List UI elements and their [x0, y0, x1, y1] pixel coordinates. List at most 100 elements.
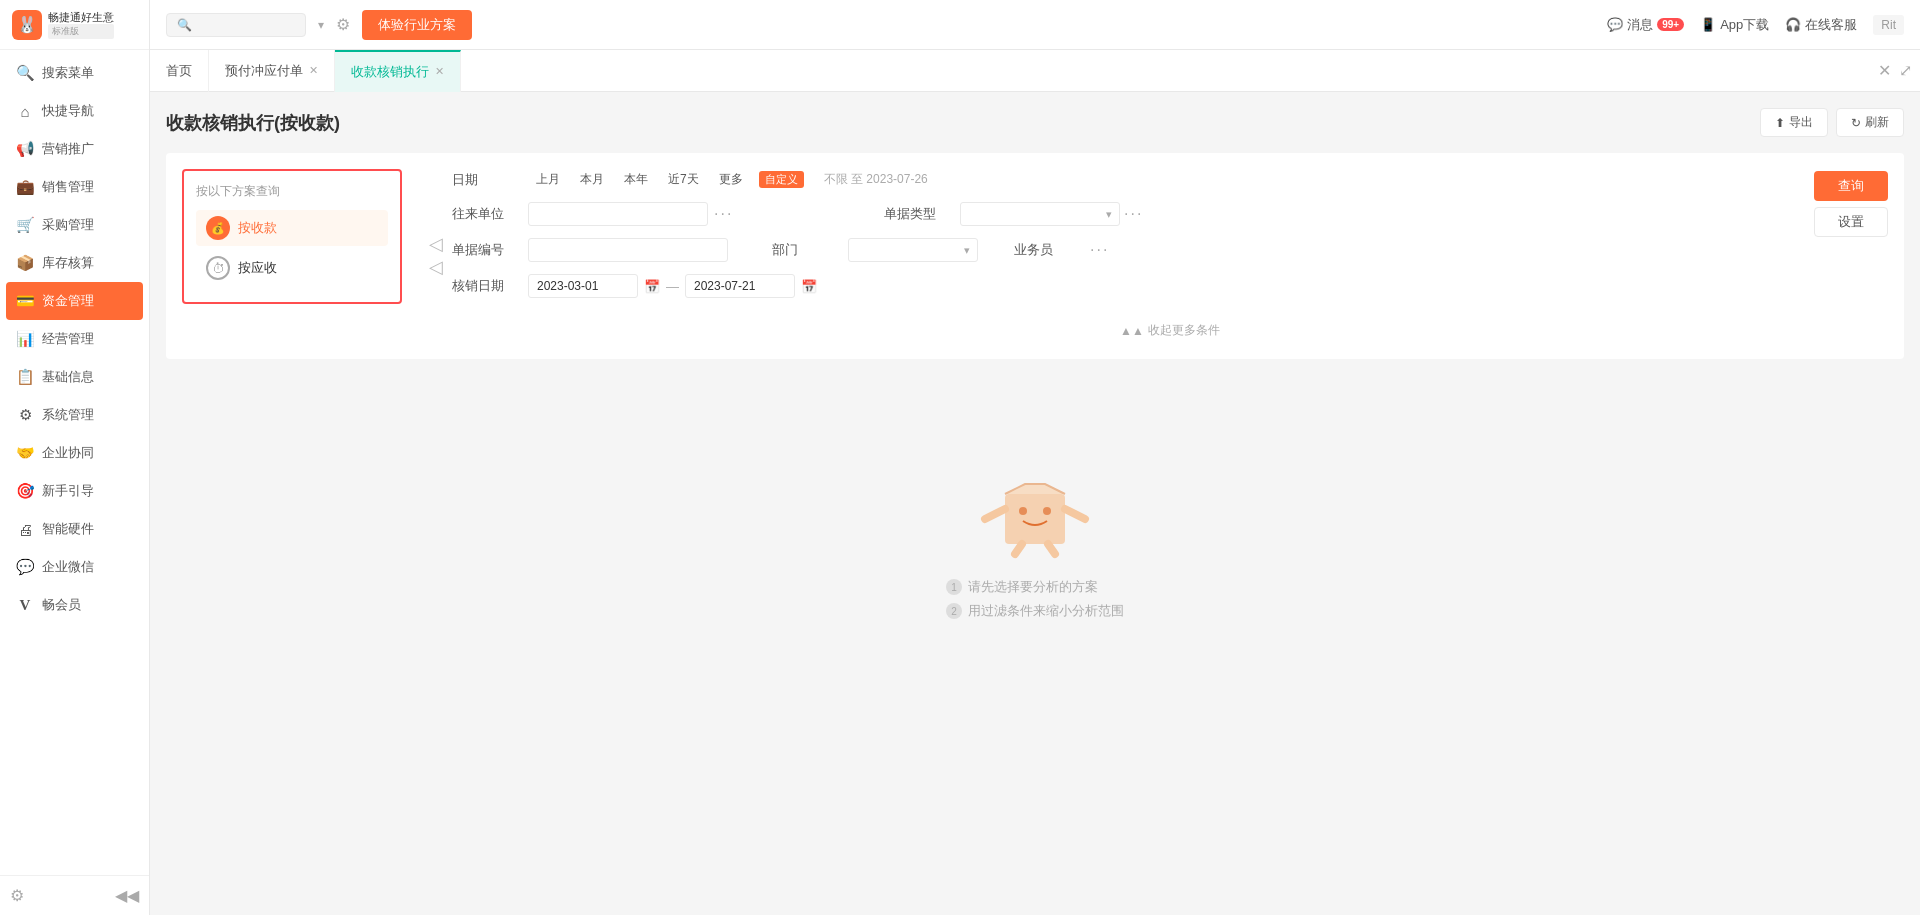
sidebar-item-wechat[interactable]: 💬 企业微信 — [0, 548, 149, 586]
svg-line-3 — [985, 509, 1005, 519]
wechat-icon: 💬 — [16, 558, 34, 576]
dept-select[interactable] — [848, 238, 978, 262]
page-title: 收款核销执行(按收款) — [166, 111, 340, 135]
topbar-gear-icon[interactable]: ⚙ — [336, 15, 350, 34]
date-tab-this-year[interactable]: 本年 — [616, 169, 656, 190]
message-label: 消息 — [1627, 16, 1653, 34]
online-service-button[interactable]: 🎧 在线客服 — [1785, 16, 1857, 34]
refresh-label: 刷新 — [1865, 114, 1889, 131]
query-actions: 查询 设置 — [1814, 169, 1888, 310]
svg-point-2 — [1043, 507, 1051, 515]
svg-line-4 — [1065, 509, 1085, 519]
settings-button[interactable]: 设置 — [1814, 207, 1888, 237]
svg-line-5 — [1015, 544, 1022, 554]
salesperson-dots[interactable]: ··· — [1090, 241, 1109, 259]
sidebar-item-marketing[interactable]: 📢 营销推广 — [0, 130, 149, 168]
message-button[interactable]: 💬 消息 99+ — [1607, 16, 1684, 34]
tab-collection[interactable]: 收款核销执行 ✕ — [335, 50, 461, 92]
svg-rect-0 — [1005, 494, 1065, 544]
online-service-label: 在线客服 — [1805, 16, 1857, 34]
collapse-more-btn[interactable]: ▲▲ 收起更多条件 — [452, 318, 1888, 343]
date-tab-7days[interactable]: 近7天 — [660, 169, 707, 190]
filter-panel: 按以下方案查询 💰 按收款 ⏱ 按应收 ◁◁ — [166, 153, 1904, 359]
date-tab-this-month[interactable]: 本月 — [572, 169, 612, 190]
filter-option-by-receivable[interactable]: ⏱ 按应收 — [196, 250, 388, 286]
home-tab-label: 首页 — [166, 62, 192, 80]
sidebar-item-label: 经营管理 — [42, 330, 94, 348]
verify-date-start-icon[interactable]: 📅 — [644, 279, 660, 294]
export-button[interactable]: ⬆ 导出 — [1760, 108, 1828, 137]
svg-line-6 — [1048, 544, 1055, 554]
sidebar-menu: 🔍 搜索菜单 ⌂ 快捷导航 📢 营销推广 💼 销售管理 🛒 采购管理 📦 库存核… — [0, 50, 149, 875]
close-tab-icon[interactable]: ✕ — [1878, 61, 1891, 80]
date-tab-more[interactable]: 更多 — [711, 169, 751, 190]
sidebar-item-search[interactable]: 🔍 搜索菜单 — [0, 54, 149, 92]
sidebar-item-nav[interactable]: ⌂ 快捷导航 — [0, 92, 149, 130]
counterpart-row: 往来单位 ··· 单据类型 — [452, 202, 1798, 226]
dept-label: 部门 — [772, 241, 832, 259]
sidebar-item-member[interactable]: V 畅会员 — [0, 586, 149, 624]
finance-icon: 💳 — [16, 292, 34, 310]
empty-tips-list: 请先选择要分析的方案 用过滤条件来缩小分析范围 — [946, 575, 1124, 623]
collapse-left-panel-icon[interactable]: ◁◁ — [424, 233, 446, 279]
collapse-sidebar-icon[interactable]: ◀◀ — [115, 886, 139, 905]
receivable-option-label: 按应收 — [238, 259, 277, 277]
verify-date-end-input[interactable] — [685, 274, 795, 298]
verify-date-dash: — — [666, 279, 679, 294]
service-icon: 🎧 — [1785, 17, 1801, 32]
page-actions: ⬆ 导出 ↻ 刷新 — [1760, 108, 1904, 137]
basicinfo-icon: 📋 — [16, 368, 34, 386]
date-tab-last-month[interactable]: 上月 — [528, 169, 568, 190]
custom-date-badge: 自定义 — [759, 171, 804, 188]
sidebar-item-collab[interactable]: 🤝 企业协同 — [0, 434, 149, 472]
doc-type-select[interactable] — [960, 202, 1120, 226]
empty-illustration — [975, 439, 1095, 559]
filter-option-by-collection[interactable]: 💰 按收款 — [196, 210, 388, 246]
refresh-button[interactable]: ↻ 刷新 — [1836, 108, 1904, 137]
sidebar-item-sales[interactable]: 💼 销售管理 — [0, 168, 149, 206]
export-icon: ⬆ — [1775, 116, 1785, 130]
app-download-button[interactable]: 📱 App下载 — [1700, 16, 1769, 34]
maximize-tab-icon[interactable]: ⤢ — [1899, 61, 1912, 80]
date-quick-tabs: 上月 本月 本年 近7天 更多 自定义 — [528, 169, 804, 190]
verify-date-row: 核销日期 📅 — 📅 — [452, 274, 1798, 298]
sidebar-item-label: 快捷导航 — [42, 102, 94, 120]
verify-date-end-icon[interactable]: 📅 — [801, 279, 817, 294]
collection-tab-label: 收款核销执行 — [351, 63, 429, 81]
message-icon: 💬 — [1607, 17, 1623, 32]
tab-close-collection[interactable]: ✕ — [435, 65, 444, 78]
sidebar-item-inventory[interactable]: 📦 库存核算 — [0, 244, 149, 282]
export-label: 导出 — [1789, 114, 1813, 131]
verify-date-group: 📅 — 📅 — [528, 274, 817, 298]
topbar-chevron-icon[interactable]: ▾ — [318, 18, 324, 32]
sidebar-item-operations[interactable]: 📊 经营管理 — [0, 320, 149, 358]
counterpart-dots[interactable]: ··· — [714, 205, 733, 223]
counterpart-input[interactable] — [528, 202, 708, 226]
tab-home[interactable]: 首页 — [150, 50, 209, 92]
sales-icon: 💼 — [16, 178, 34, 196]
collapse-label: 收起更多条件 — [1148, 322, 1220, 339]
sidebar-item-basicinfo[interactable]: 📋 基础信息 — [0, 358, 149, 396]
username-display[interactable]: Rit — [1873, 15, 1904, 35]
topbar-search-box[interactable]: 🔍 — [166, 13, 306, 37]
tab-close-prepay[interactable]: ✕ — [309, 64, 318, 77]
verify-date-start-input[interactable] — [528, 274, 638, 298]
docno-label: 单据编号 — [452, 241, 512, 259]
sidebar-item-label: 采购管理 — [42, 216, 94, 234]
query-button[interactable]: 查询 — [1814, 171, 1888, 201]
hardware-icon: 🖨 — [16, 521, 34, 538]
tab-prepay[interactable]: 预付冲应付单 ✕ — [209, 50, 335, 92]
sidebar-item-label: 智能硬件 — [42, 520, 94, 538]
app-logo: 🐰 畅捷通好生意 标准版 — [0, 0, 149, 50]
sidebar-item-hardware[interactable]: 🖨 智能硬件 — [0, 510, 149, 548]
solution-button[interactable]: 体验行业方案 — [362, 10, 472, 40]
sidebar-item-purchase[interactable]: 🛒 采购管理 — [0, 206, 149, 244]
sidebar-item-system[interactable]: ⚙ 系统管理 — [0, 396, 149, 434]
settings-bottom-icon[interactable]: ⚙ — [10, 886, 24, 905]
doc-type-dots[interactable]: ··· — [1124, 205, 1143, 223]
docno-input[interactable] — [528, 238, 728, 262]
sidebar-item-guide[interactable]: 🎯 新手引导 — [0, 472, 149, 510]
sidebar-item-label: 企业微信 — [42, 558, 94, 576]
sidebar-item-finance[interactable]: 💳 资金管理 — [6, 282, 143, 320]
marketing-icon: 📢 — [16, 140, 34, 158]
